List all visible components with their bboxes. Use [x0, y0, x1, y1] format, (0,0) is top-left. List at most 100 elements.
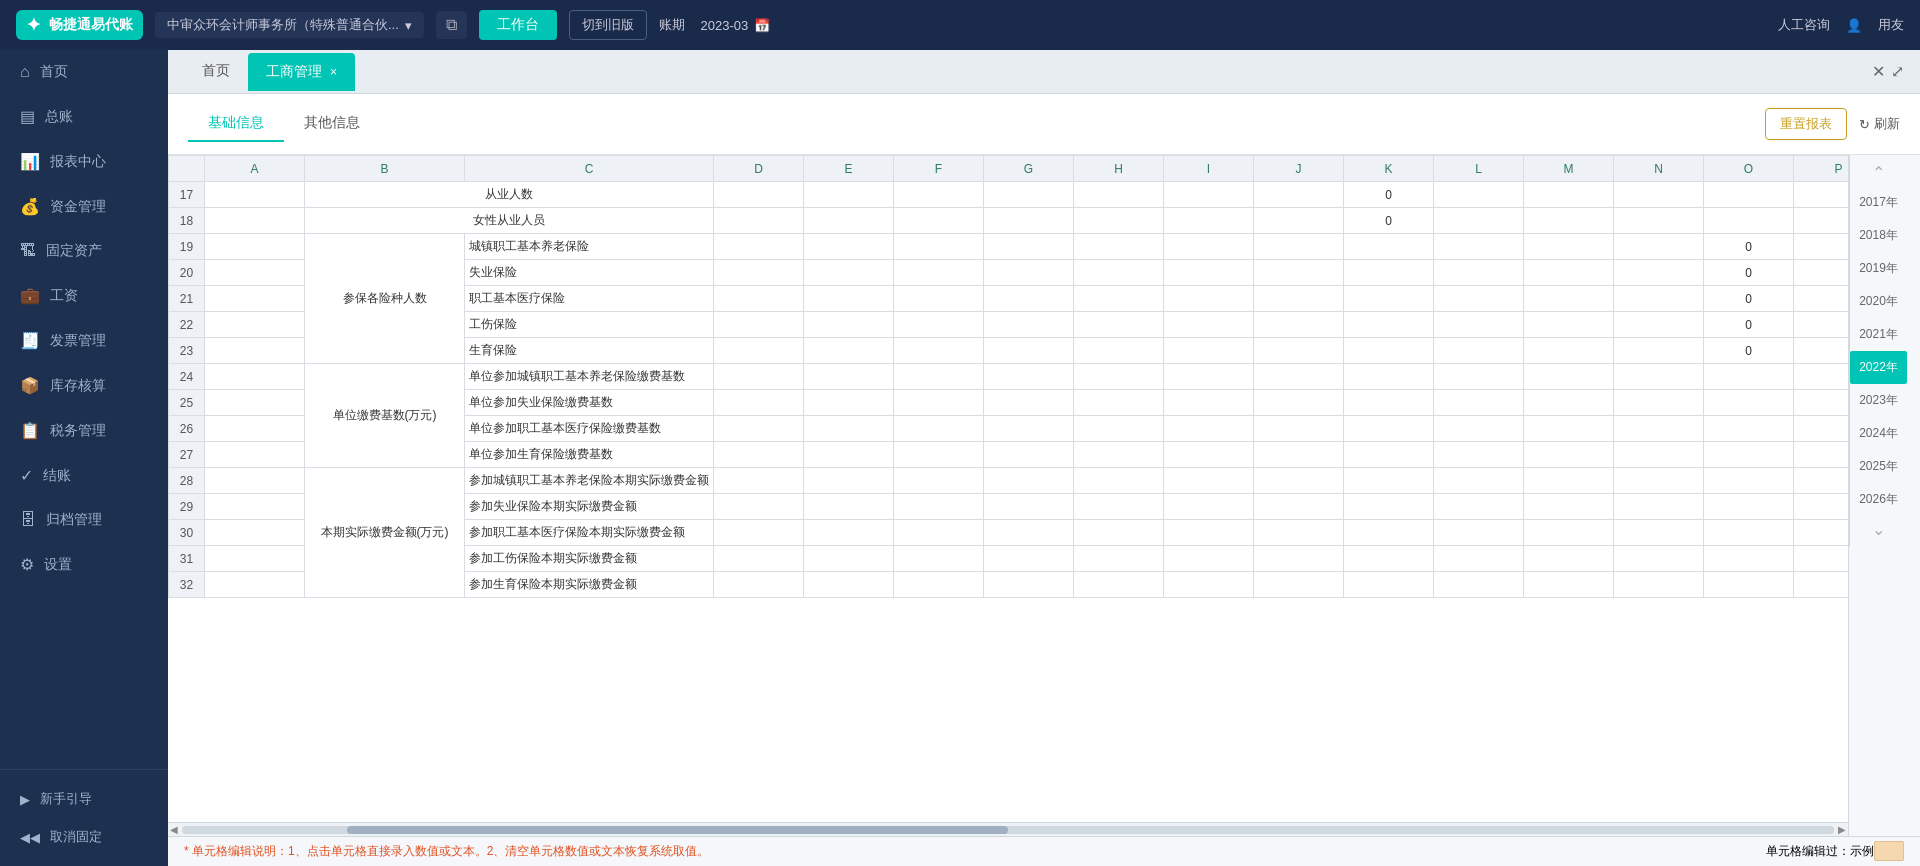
year-item-2019[interactable]: 2019年 [1850, 252, 1907, 285]
sub-tab-basic[interactable]: 基础信息 [188, 106, 284, 142]
scroll-left-icon[interactable]: ◀ [170, 824, 178, 835]
sidebar-label-archive: 归档管理 [46, 511, 102, 529]
cell-18-p[interactable] [1794, 208, 1849, 234]
vertical-scrollbar[interactable] [1848, 323, 1862, 793]
workbench-button[interactable]: 工作台 [479, 10, 557, 40]
cell-17-n[interactable] [1614, 182, 1704, 208]
sidebar-item-settings[interactable]: ⚙ 设置 [0, 542, 168, 587]
cell-28-b[interactable]: 本期实际缴费金额(万元) [305, 468, 465, 598]
cell-21-c[interactable]: 职工基本医疗保险 [465, 286, 714, 312]
maximize-icon[interactable]: ⤢ [1891, 62, 1904, 81]
cell-32-c[interactable]: 参加生育保险本期实际缴费金额 [465, 572, 714, 598]
cell-18-n[interactable] [1614, 208, 1704, 234]
tab-close-icon[interactable]: × [330, 65, 337, 79]
sidebar-item-ledger[interactable]: ▤ 总账 [0, 94, 168, 139]
cell-17-g[interactable] [984, 182, 1074, 208]
sidebar-item-settle[interactable]: ✓ 结账 [0, 453, 168, 498]
sidebar-item-invoice[interactable]: 🧾 发票管理 [0, 318, 168, 363]
cell-20-c[interactable]: 失业保险 [465, 260, 714, 286]
copy-button[interactable]: ⧉ [436, 11, 467, 39]
window-controls: ✕ ⤢ [1872, 62, 1904, 81]
cell-28-c[interactable]: 参加城镇职工基本养老保险本期实际缴费金额 [465, 468, 714, 494]
cell-18-g[interactable] [984, 208, 1074, 234]
sub-tab-other[interactable]: 其他信息 [284, 106, 380, 142]
sidebar-item-asset[interactable]: 🏗 固定资产 [0, 229, 168, 273]
reset-report-button[interactable]: 重置报表 [1765, 108, 1847, 140]
cell-17-o[interactable] [1704, 182, 1794, 208]
scroll-down-icon[interactable]: ⌄ [1868, 516, 1889, 543]
tab-home[interactable]: 首页 [184, 52, 248, 92]
refresh-button[interactable]: ↻ 刷新 [1859, 115, 1900, 133]
cell-19-c[interactable]: 城镇职工基本养老保险 [465, 234, 714, 260]
sidebar-item-salary[interactable]: 💼 工资 [0, 273, 168, 318]
sidebar-item-inventory[interactable]: 📦 库存核算 [0, 363, 168, 408]
cell-18-a[interactable] [205, 208, 305, 234]
cell-18-k[interactable]: 0 [1344, 208, 1434, 234]
cell-18-e[interactable] [804, 208, 894, 234]
switch-version-button[interactable]: 切到旧版 [569, 10, 647, 40]
sidebar-item-guide[interactable]: ▶ 新手引导 [0, 780, 168, 818]
cell-18-i[interactable] [1164, 208, 1254, 234]
cell-18-f[interactable] [894, 208, 984, 234]
cell-18-b[interactable]: 女性从业人员 [305, 208, 714, 234]
ai-consult-button[interactable]: 人工咨询 [1778, 16, 1830, 34]
sidebar-item-unpin[interactable]: ◀◀ 取消固定 [0, 818, 168, 856]
cell-25-c[interactable]: 单位参加失业保险缴费基数 [465, 390, 714, 416]
cell-20-o[interactable]: 0 [1704, 260, 1794, 286]
cell-17-a[interactable] [205, 182, 305, 208]
year-item-2018[interactable]: 2018年 [1850, 219, 1907, 252]
cell-27-c[interactable]: 单位参加生育保险缴费基数 [465, 442, 714, 468]
spreadsheet-main[interactable]: A B C D E F G H I J [168, 155, 1848, 822]
cell-18-l[interactable] [1434, 208, 1524, 234]
scroll-track[interactable] [182, 826, 1834, 834]
calendar-icon[interactable]: 📅 [754, 18, 770, 33]
cell-17-m[interactable] [1524, 182, 1614, 208]
cell-24-c[interactable]: 单位参加城镇职工基本养老保险缴费基数 [465, 364, 714, 390]
cell-30-c[interactable]: 参加职工基本医疗保险本期实际缴费金额 [465, 520, 714, 546]
cell-17-d[interactable] [714, 182, 804, 208]
cell-17-h[interactable] [1074, 182, 1164, 208]
cell-22-o[interactable]: 0 [1704, 312, 1794, 338]
cell-24-b[interactable]: 单位缴费基数(万元) [305, 364, 465, 468]
cell-17-b[interactable]: 从业人数 [305, 182, 714, 208]
cell-29-c[interactable]: 参加失业保险本期实际缴费金额 [465, 494, 714, 520]
company-selector[interactable]: 中审众环会计师事务所（特殊普通合伙... ▾ [155, 12, 424, 38]
sidebar-item-report[interactable]: 📊 报表中心 [0, 139, 168, 184]
cell-18-o[interactable] [1704, 208, 1794, 234]
cell-23-o[interactable]: 0 [1704, 338, 1794, 364]
cell-18-d[interactable] [714, 208, 804, 234]
cell-18-m[interactable] [1524, 208, 1614, 234]
cell-23-c[interactable]: 生育保险 [465, 338, 714, 364]
sidebar-item-home[interactable]: ⌂ 首页 [0, 50, 168, 94]
cell-18-j[interactable] [1254, 208, 1344, 234]
sidebar-item-capital[interactable]: 💰 资金管理 [0, 184, 168, 229]
cell-17-f[interactable] [894, 182, 984, 208]
horizontal-scrollbar[interactable]: ◀ ▶ [168, 822, 1848, 836]
cell-22-c[interactable]: 工伤保险 [465, 312, 714, 338]
topbar-right: 人工咨询 👤 用友 [1778, 16, 1904, 34]
cell-17-k[interactable]: 0 [1344, 182, 1434, 208]
cell-17-l[interactable] [1434, 182, 1524, 208]
cell-17-e[interactable] [804, 182, 894, 208]
cell-17-p[interactable] [1794, 182, 1849, 208]
cell-17-i[interactable] [1164, 182, 1254, 208]
cell-19-a[interactable] [205, 234, 305, 260]
cell-19-b[interactable]: 参保各险种人数 [305, 234, 465, 364]
scroll-right-icon[interactable]: ▶ [1838, 824, 1846, 835]
scroll-thumb[interactable] [347, 826, 1008, 834]
cell-18-h[interactable] [1074, 208, 1164, 234]
cell-26-c[interactable]: 单位参加职工基本医疗保险缴费基数 [465, 416, 714, 442]
sidebar-item-tax[interactable]: 📋 税务管理 [0, 408, 168, 453]
close-window-icon[interactable]: ✕ [1872, 62, 1885, 81]
year-item-2020[interactable]: 2020年 [1850, 285, 1907, 318]
cell-31-c[interactable]: 参加工伤保险本期实际缴费金额 [465, 546, 714, 572]
cell-21-o[interactable]: 0 [1704, 286, 1794, 312]
cell-17-j[interactable] [1254, 182, 1344, 208]
tab-bizmanage[interactable]: 工商管理 × [248, 53, 355, 91]
cell-19-o[interactable]: 0 [1704, 234, 1794, 260]
sidebar-item-archive[interactable]: 🗄 归档管理 [0, 498, 168, 542]
year-item-2017[interactable]: 2017年 [1850, 186, 1907, 219]
row-number: 18 [169, 208, 205, 234]
asset-icon: 🏗 [20, 242, 36, 260]
scroll-up-icon[interactable]: ⌃ [1868, 159, 1889, 186]
